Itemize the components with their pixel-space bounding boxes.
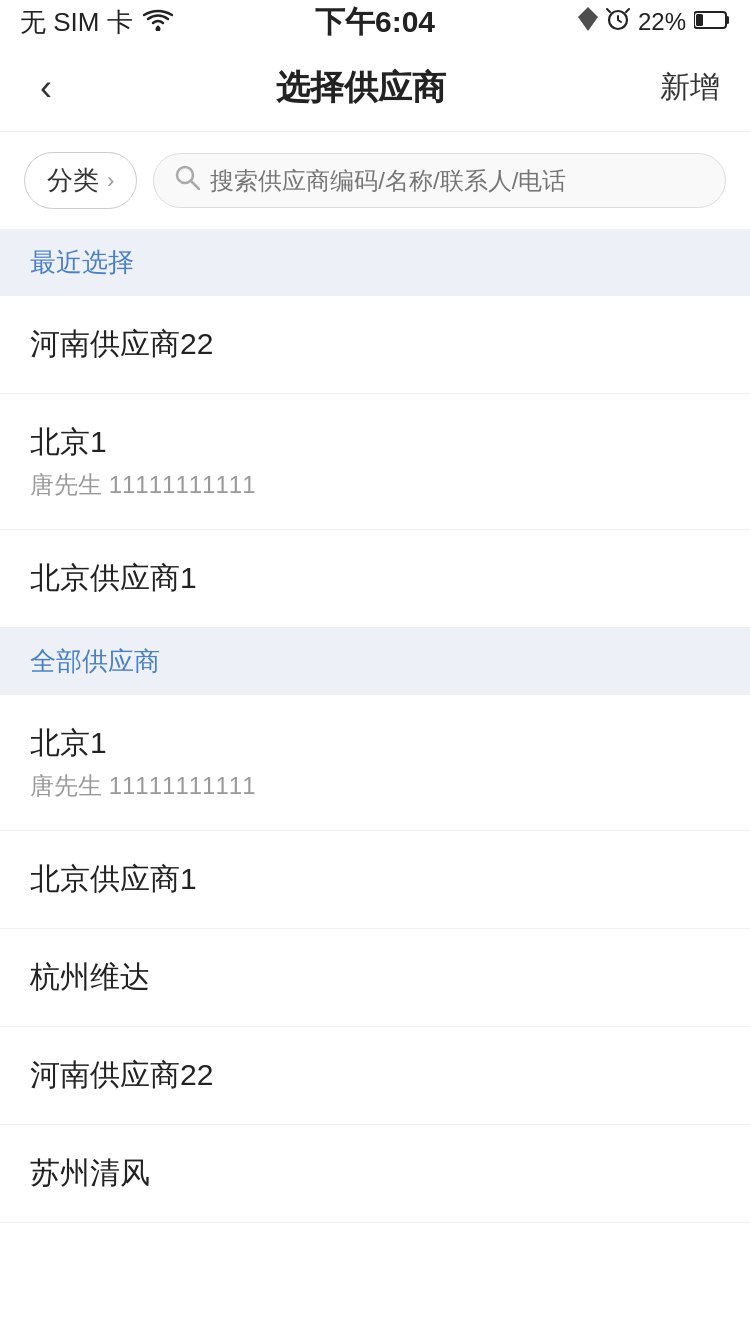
svg-rect-4	[696, 14, 703, 26]
location-icon	[578, 7, 598, 37]
item-name: 河南供应商22	[30, 324, 720, 365]
carrier-label: 无 SIM 卡	[20, 5, 133, 40]
item-name: 北京1	[30, 723, 720, 764]
chevron-right-icon: ›	[107, 168, 114, 194]
list-item[interactable]: 河南供应商22	[0, 296, 750, 394]
alarm-icon	[606, 7, 630, 37]
wifi-icon	[143, 7, 173, 38]
battery-icon	[694, 8, 730, 36]
item-name: 苏州清风	[30, 1153, 720, 1194]
item-sub: 唐先生 11111111111	[30, 770, 720, 802]
status-left: 无 SIM 卡	[20, 5, 173, 40]
search-icon	[174, 164, 200, 197]
item-name: 北京供应商1	[30, 558, 720, 599]
status-time: 下午6:04	[315, 2, 435, 43]
filter-bar: 分类 ›	[0, 132, 750, 229]
nav-title: 选择供应商	[276, 65, 446, 111]
list-item[interactable]: 北京1 唐先生 11111111111	[0, 695, 750, 831]
list-item[interactable]: 苏州清风	[0, 1125, 750, 1223]
nav-bar: ‹ 选择供应商 新增	[0, 44, 750, 132]
search-box	[153, 153, 726, 208]
search-input[interactable]	[210, 167, 705, 195]
list-item[interactable]: 杭州维达	[0, 929, 750, 1027]
all-items-list: 北京1 唐先生 11111111111 北京供应商1 杭州维达河南供应商22 苏州清风	[0, 695, 750, 1223]
status-bar: 无 SIM 卡 下午6:04	[0, 0, 750, 44]
recent-section-header: 最近选择	[0, 229, 750, 296]
list-item[interactable]: 北京供应商1	[0, 831, 750, 929]
svg-rect-3	[726, 16, 729, 24]
item-sub: 唐先生 11111111111	[30, 469, 720, 501]
svg-line-6	[191, 181, 199, 189]
category-label: 分类	[47, 163, 99, 198]
list-item[interactable]: 河南供应商22	[0, 1027, 750, 1125]
recent-items-list: 河南供应商22 北京1 唐先生 11111111111 北京供应商1	[0, 296, 750, 628]
back-button[interactable]: ‹	[30, 57, 62, 119]
item-name: 北京供应商1	[30, 859, 720, 900]
item-name: 杭州维达	[30, 957, 720, 998]
category-button[interactable]: 分类 ›	[24, 152, 137, 209]
item-name: 北京1	[30, 422, 720, 463]
all-section-header: 全部供应商	[0, 628, 750, 695]
new-action-button[interactable]: 新增	[660, 67, 720, 108]
item-name: 河南供应商22	[30, 1055, 720, 1096]
list-item[interactable]: 北京1 唐先生 11111111111	[0, 394, 750, 530]
battery-label: 22%	[638, 8, 686, 36]
status-right: 22%	[578, 7, 730, 37]
list-item[interactable]: 北京供应商1	[0, 530, 750, 628]
svg-point-0	[155, 26, 160, 31]
